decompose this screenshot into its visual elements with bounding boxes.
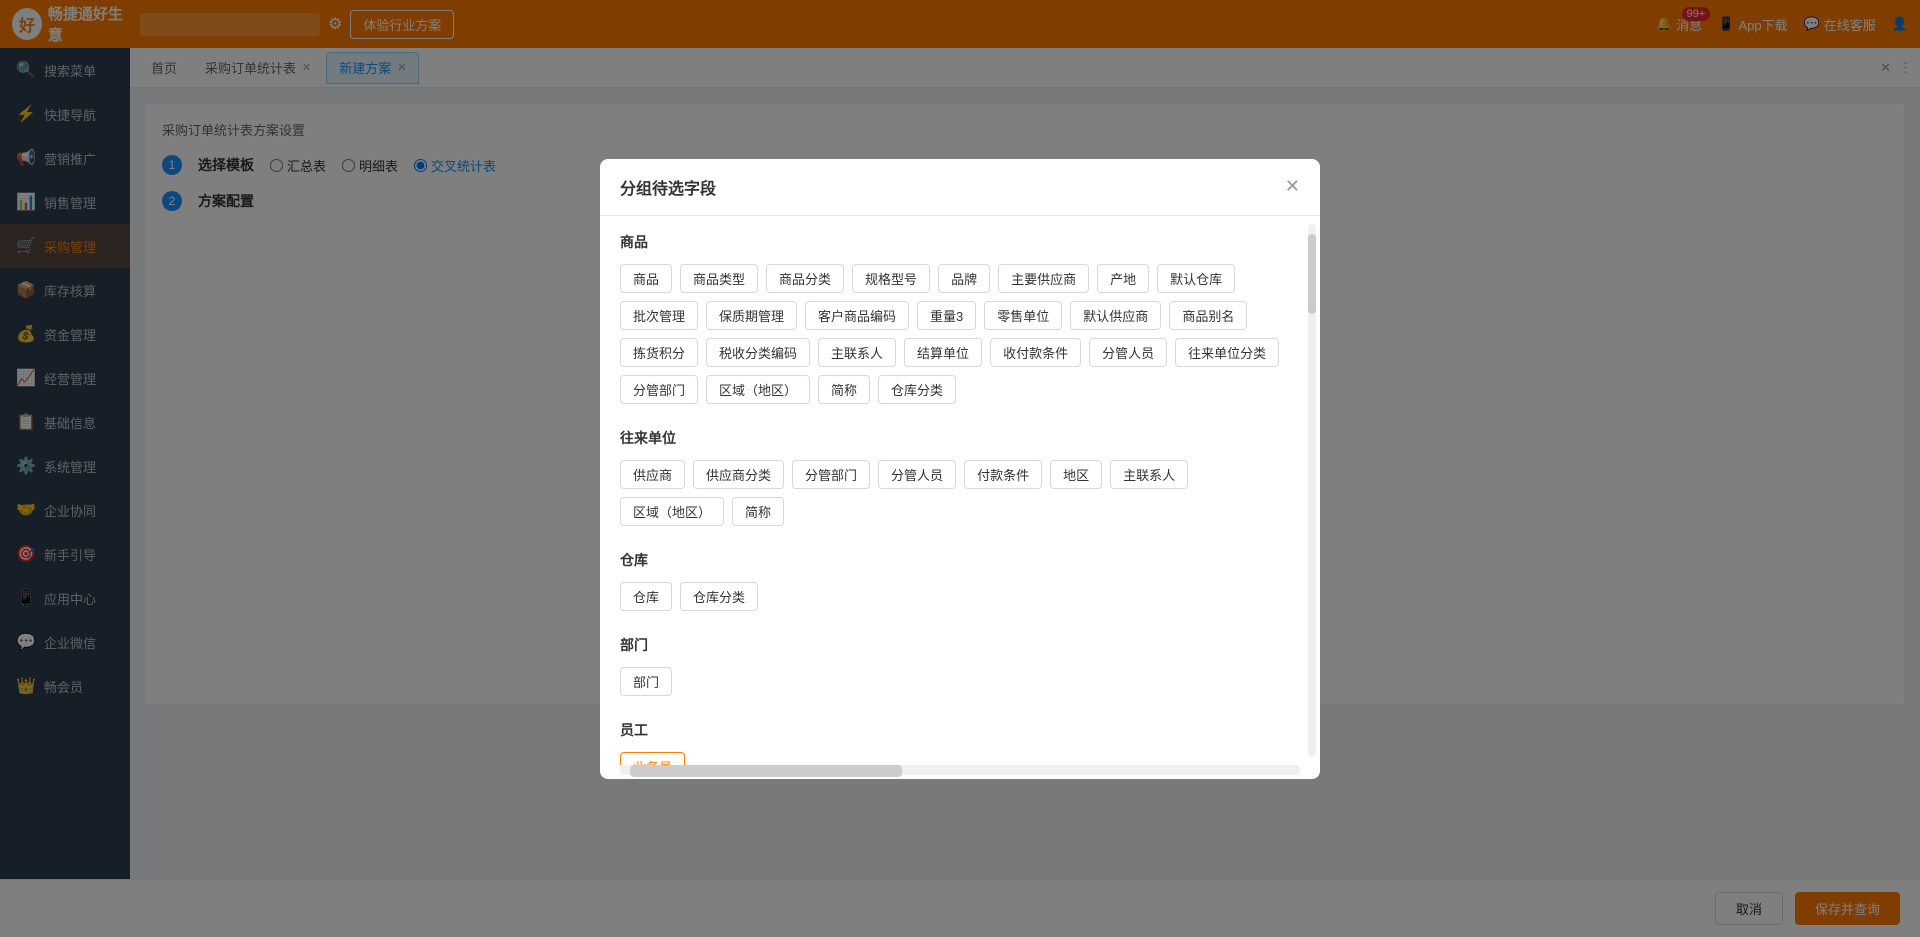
field-tag-brand[interactable]: 品牌: [938, 264, 990, 293]
field-tag-pick-points[interactable]: 拣货积分: [620, 338, 698, 367]
modal-hscrollbar[interactable]: [620, 765, 1300, 775]
section-warehouse-tags: 仓库 仓库分类: [620, 582, 1284, 611]
field-tag-goods-category[interactable]: 商品分类: [766, 264, 844, 293]
field-tag-dept[interactable]: 分管部门: [620, 375, 698, 404]
field-tag-region2[interactable]: 区域（地区）: [620, 497, 724, 526]
field-tag-warehouse-category[interactable]: 仓库分类: [878, 375, 956, 404]
section-dept: 部门 部门: [620, 635, 1284, 696]
field-tag-supplier-category[interactable]: 供应商分类: [693, 460, 784, 489]
field-tag-warehouse[interactable]: 仓库: [620, 582, 672, 611]
field-tag-customer-code[interactable]: 客户商品编码: [805, 301, 909, 330]
section-partner-tags: 供应商 供应商分类 分管部门 分管人员 付款条件 地区 主联系人 区域（地区） …: [620, 460, 1284, 526]
modal-hscrollbar-thumb: [630, 765, 902, 777]
modal-vscrollbar[interactable]: [1308, 224, 1316, 757]
field-tag-area[interactable]: 地区: [1050, 460, 1102, 489]
field-tag-retail-unit[interactable]: 零售单位: [984, 301, 1062, 330]
field-tag-manager[interactable]: 分管人员: [1089, 338, 1167, 367]
section-warehouse-title: 仓库: [620, 550, 1284, 570]
section-staff: 员工 业务员: [620, 720, 1284, 765]
modal-header: 分组待选字段 ✕: [600, 159, 1320, 216]
field-tag-payment-cond[interactable]: 付款条件: [964, 460, 1042, 489]
field-tag-tax-code[interactable]: 税收分类编码: [706, 338, 810, 367]
section-staff-title: 员工: [620, 720, 1284, 740]
section-partner-title: 往来单位: [620, 428, 1284, 448]
modal: 分组待选字段 ✕ 商品 商品 商品类型 商品分类 规格型号 品牌 主要供应商 产…: [600, 159, 1320, 779]
section-goods-title: 商品: [620, 232, 1284, 252]
field-tag-main-supplier[interactable]: 主要供应商: [998, 264, 1089, 293]
section-staff-tags: 业务员: [620, 752, 1284, 765]
field-tag-supplier[interactable]: 供应商: [620, 460, 685, 489]
field-tag-manage-person[interactable]: 分管人员: [878, 460, 956, 489]
field-tag-goods[interactable]: 商品: [620, 264, 672, 293]
field-tag-payment-terms[interactable]: 收付款条件: [990, 338, 1081, 367]
field-tag-main-contact2[interactable]: 主联系人: [1110, 460, 1188, 489]
section-goods: 商品 商品 商品类型 商品分类 规格型号 品牌 主要供应商 产地 默认仓库 批次…: [620, 232, 1284, 404]
field-tag-default-supplier[interactable]: 默认供应商: [1070, 301, 1161, 330]
field-tag-salesperson[interactable]: 业务员: [620, 752, 685, 765]
field-tag-short-name[interactable]: 简称: [818, 375, 870, 404]
field-tag-from-unit-category[interactable]: 往来单位分类: [1175, 338, 1279, 367]
field-tag-expiry-mgmt[interactable]: 保质期管理: [706, 301, 797, 330]
section-dept-title: 部门: [620, 635, 1284, 655]
field-tag-manage-dept[interactable]: 分管部门: [792, 460, 870, 489]
section-partner: 往来单位 供应商 供应商分类 分管部门 分管人员 付款条件 地区 主联系人 区域…: [620, 428, 1284, 526]
section-dept-tags: 部门: [620, 667, 1284, 696]
modal-scroll-content: 商品 商品 商品类型 商品分类 规格型号 品牌 主要供应商 产地 默认仓库 批次…: [600, 216, 1304, 765]
modal-title: 分组待选字段: [620, 175, 716, 199]
field-tag-main-contact[interactable]: 主联系人: [818, 338, 896, 367]
field-tag-origin[interactable]: 产地: [1097, 264, 1149, 293]
modal-body: 商品 商品 商品类型 商品分类 规格型号 品牌 主要供应商 产地 默认仓库 批次…: [600, 216, 1320, 765]
field-tag-dept-field[interactable]: 部门: [620, 667, 672, 696]
modal-vscrollbar-thumb: [1308, 234, 1316, 314]
section-goods-tags: 商品 商品类型 商品分类 规格型号 品牌 主要供应商 产地 默认仓库 批次管理 …: [620, 264, 1284, 404]
field-tag-batch-mgmt[interactable]: 批次管理: [620, 301, 698, 330]
section-warehouse: 仓库 仓库 仓库分类: [620, 550, 1284, 611]
field-tag-region[interactable]: 区域（地区）: [706, 375, 810, 404]
field-tag-warehouse-cat[interactable]: 仓库分类: [680, 582, 758, 611]
field-tag-goods-alias[interactable]: 商品别名: [1169, 301, 1247, 330]
field-tag-settle-unit[interactable]: 结算单位: [904, 338, 982, 367]
field-tag-default-warehouse[interactable]: 默认仓库: [1157, 264, 1235, 293]
field-tag-weight3[interactable]: 重量3: [917, 301, 976, 330]
field-tag-goods-type[interactable]: 商品类型: [680, 264, 758, 293]
modal-close-btn[interactable]: ✕: [1285, 176, 1300, 197]
field-tag-spec-type[interactable]: 规格型号: [852, 264, 930, 293]
modal-overlay: 分组待选字段 ✕ 商品 商品 商品类型 商品分类 规格型号 品牌 主要供应商 产…: [0, 0, 1920, 937]
field-tag-short-name2[interactable]: 简称: [732, 497, 784, 526]
